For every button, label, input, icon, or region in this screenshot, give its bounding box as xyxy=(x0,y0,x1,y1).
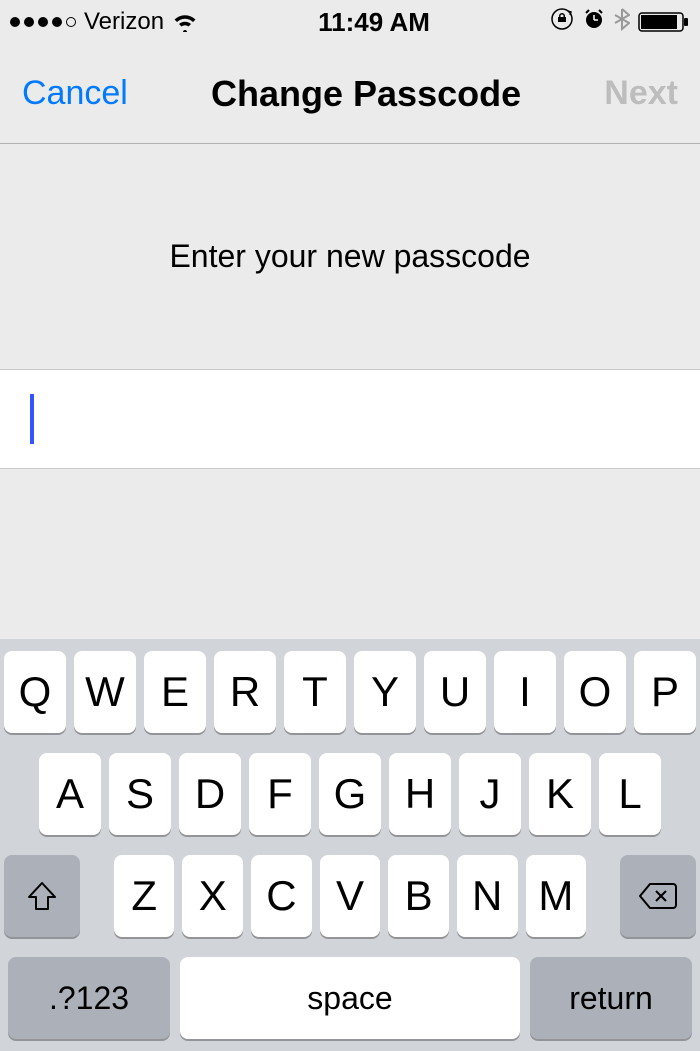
key-h[interactable]: H xyxy=(389,753,451,835)
key-i[interactable]: I xyxy=(494,651,556,733)
key-j[interactable]: J xyxy=(459,753,521,835)
key-n[interactable]: N xyxy=(457,855,518,937)
key-p[interactable]: P xyxy=(634,651,696,733)
keyboard-row-1: Q W E R T Y U I O P xyxy=(4,651,696,733)
key-z[interactable]: Z xyxy=(114,855,175,937)
key-d[interactable]: D xyxy=(179,753,241,835)
battery-icon xyxy=(638,11,690,33)
keyboard: Q W E R T Y U I O P A S D F G H J K L Z … xyxy=(0,639,700,1051)
return-key[interactable]: return xyxy=(530,957,692,1039)
bluetooth-icon xyxy=(614,7,630,38)
key-s[interactable]: S xyxy=(109,753,171,835)
alarm-icon xyxy=(582,7,606,38)
backspace-key[interactable] xyxy=(620,855,696,937)
key-q[interactable]: Q xyxy=(4,651,66,733)
key-f[interactable]: F xyxy=(249,753,311,835)
nav-bar: Cancel Change Passcode Next xyxy=(0,44,700,144)
page-title: Change Passcode xyxy=(211,73,521,115)
key-g[interactable]: G xyxy=(319,753,381,835)
orientation-lock-icon xyxy=(550,7,574,38)
key-u[interactable]: U xyxy=(424,651,486,733)
key-t[interactable]: T xyxy=(284,651,346,733)
next-button[interactable]: Next xyxy=(604,74,678,113)
key-w[interactable]: W xyxy=(74,651,136,733)
key-b[interactable]: B xyxy=(388,855,449,937)
key-a[interactable]: A xyxy=(39,753,101,835)
key-v[interactable]: V xyxy=(320,855,381,937)
status-right xyxy=(550,7,690,38)
carrier-label: Verizon xyxy=(84,8,164,36)
passcode-input[interactable] xyxy=(0,369,700,469)
key-m[interactable]: M xyxy=(526,855,587,937)
prompt-text: Enter your new passcode xyxy=(169,238,530,275)
status-bar: Verizon 11:49 AM xyxy=(0,0,700,44)
key-x[interactable]: X xyxy=(182,855,243,937)
keyboard-row-2: A S D F G H J K L xyxy=(4,753,696,835)
space-key[interactable]: space xyxy=(180,957,520,1039)
key-k[interactable]: K xyxy=(529,753,591,835)
shift-key[interactable] xyxy=(4,855,80,937)
key-r[interactable]: R xyxy=(214,651,276,733)
status-left: Verizon xyxy=(10,8,198,36)
numeric-symbol-key[interactable]: .?123 xyxy=(8,957,170,1039)
key-e[interactable]: E xyxy=(144,651,206,733)
signal-strength-icon xyxy=(10,17,76,27)
text-cursor xyxy=(30,394,34,444)
shift-icon xyxy=(25,879,59,913)
wifi-icon xyxy=(172,12,198,32)
key-o[interactable]: O xyxy=(564,651,626,733)
key-c[interactable]: C xyxy=(251,855,312,937)
keyboard-row-3: Z X C V B N M xyxy=(4,855,696,937)
keyboard-row-4: .?123 space return xyxy=(4,957,696,1039)
key-l[interactable]: L xyxy=(599,753,661,835)
prompt-area: Enter your new passcode xyxy=(0,144,700,369)
backspace-icon xyxy=(638,881,678,911)
key-y[interactable]: Y xyxy=(354,651,416,733)
content-area: Enter your new passcode xyxy=(0,144,700,469)
status-time: 11:49 AM xyxy=(318,7,430,38)
cancel-button[interactable]: Cancel xyxy=(22,74,128,113)
